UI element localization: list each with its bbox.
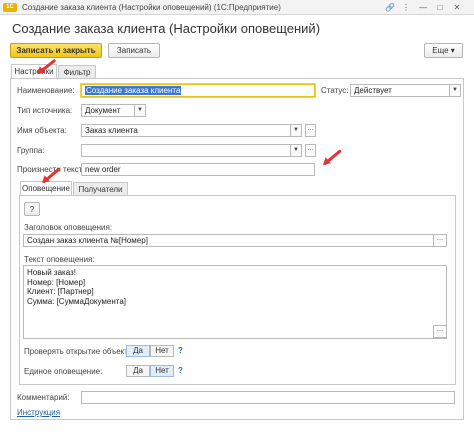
text-line: Клиент: [Партнер]: [27, 287, 94, 296]
group-select-button[interactable]: …: [305, 144, 316, 157]
status-select[interactable]: Действует: [350, 84, 450, 97]
check-open-no-toggle[interactable]: Нет: [150, 345, 174, 357]
single-notification-label: Единое оповещение:: [24, 367, 103, 376]
more-vertical-icon[interactable]: ⋮: [400, 2, 412, 13]
object-name-dropdown-icon[interactable]: ▼: [291, 124, 302, 137]
say-text-field[interactable]: new order: [81, 163, 315, 176]
name-label: Наименование:: [17, 86, 75, 95]
name-field[interactable]: Создание заказа клиента: [81, 84, 315, 97]
save-and-close-button[interactable]: Записать и закрыть: [10, 43, 102, 58]
group-label: Группа:: [17, 146, 45, 155]
instruction-link[interactable]: Инструкция: [17, 408, 60, 417]
source-type-dropdown-icon[interactable]: ▼: [135, 104, 146, 117]
help-button[interactable]: ?: [24, 202, 40, 216]
group-dropdown-icon[interactable]: ▼: [291, 144, 302, 157]
minimize-icon[interactable]: —: [417, 2, 429, 13]
group-field[interactable]: [81, 144, 291, 157]
subtab-recipients[interactable]: Получатели: [73, 182, 128, 196]
text-select-button[interactable]: …: [433, 325, 447, 338]
close-icon[interactable]: ✕: [451, 2, 463, 13]
app-logo-icon: 1С: [3, 3, 17, 12]
maximize-icon[interactable]: □: [434, 2, 446, 13]
check-open-help-icon[interactable]: ?: [178, 346, 183, 355]
link-icon[interactable]: 🔗: [384, 2, 396, 13]
tab-settings[interactable]: Настройки: [11, 64, 57, 79]
comment-field[interactable]: [81, 391, 455, 404]
tab-filter[interactable]: Фильтр: [58, 65, 96, 79]
header-label: Заголовок оповещения:: [24, 223, 113, 232]
header-select-button[interactable]: …: [433, 234, 447, 247]
object-name-label: Имя объекта:: [17, 126, 67, 135]
text-line: Номер: [Номер]: [27, 277, 86, 287]
header-field[interactable]: Создан заказ клиента №[Номер]: [23, 234, 447, 247]
text-line: Новый заказ!: [27, 268, 76, 277]
form-title: Создание заказа клиента (Настройки опове…: [12, 21, 321, 36]
text-label: Текст оповещения:: [24, 255, 95, 264]
single-yes-toggle[interactable]: Да: [126, 365, 150, 377]
window-title: Создание заказа клиента (Настройки опове…: [22, 3, 281, 12]
notification-text-area[interactable]: Новый заказ! Номер: [Номер] Клиент: [Пар…: [23, 265, 447, 339]
single-help-icon[interactable]: ?: [178, 366, 183, 375]
check-open-yes-toggle[interactable]: Да: [126, 345, 150, 357]
single-no-toggle[interactable]: Нет: [150, 365, 174, 377]
more-button[interactable]: Еще ▾: [424, 43, 463, 58]
comment-label: Комментарий:: [17, 393, 70, 402]
save-button[interactable]: Записать: [108, 43, 160, 58]
text-line: Сумма: [СуммаДокумента]: [27, 296, 127, 306]
source-type-select[interactable]: Документ: [81, 104, 135, 117]
object-name-field[interactable]: Заказ клиента: [81, 124, 291, 137]
status-label: Статус:: [321, 86, 349, 95]
name-value: Создание заказа клиента: [85, 86, 182, 95]
source-type-label: Тип источника:: [17, 106, 73, 115]
check-open-label: Проверять открытие объекта:: [24, 347, 135, 356]
object-name-select-button[interactable]: …: [305, 124, 316, 137]
status-dropdown-icon[interactable]: ▼: [450, 84, 461, 97]
